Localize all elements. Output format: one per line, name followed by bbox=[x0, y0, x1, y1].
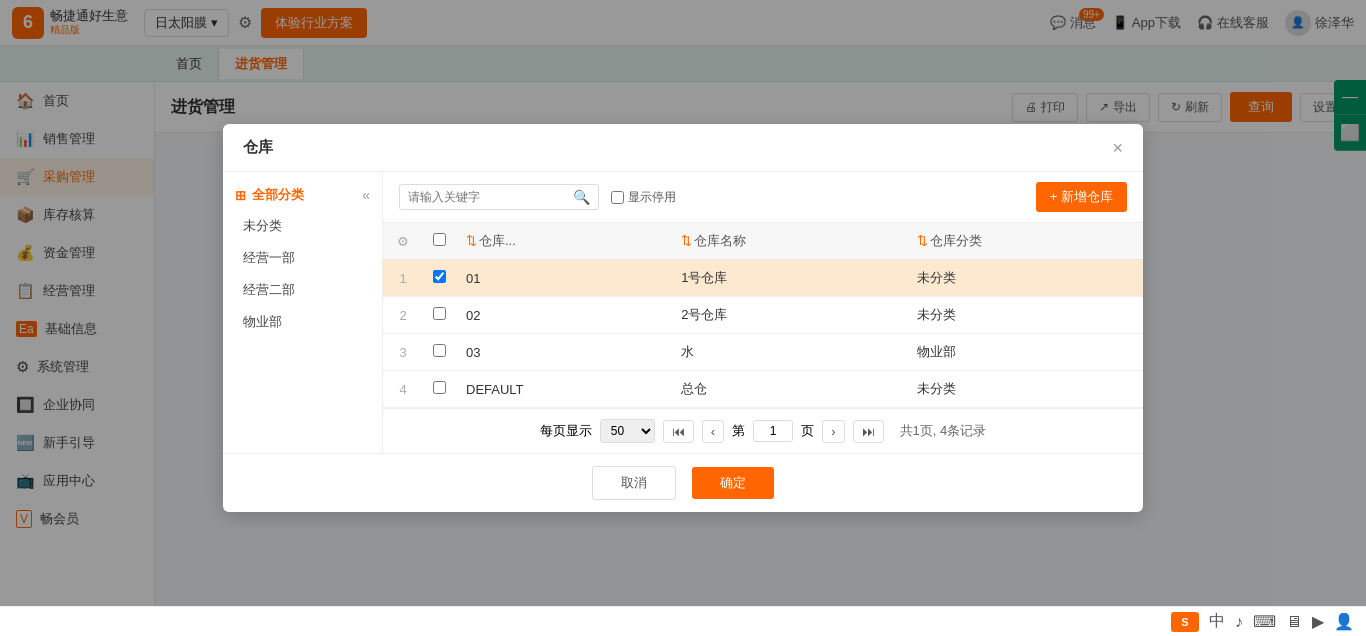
monitor-icon[interactable]: 🖥 bbox=[1286, 613, 1302, 631]
category-item-dept2[interactable]: 经营二部 bbox=[223, 274, 382, 306]
confirm-button[interactable]: 确定 bbox=[692, 467, 774, 499]
main-content: 进货管理 🖨 打印 ↗ 导出 ↻ 刷新 查询 设置 bbox=[155, 82, 1366, 636]
page-total: 共1页, 4条记录 bbox=[900, 422, 987, 440]
grid-icon: ⊞ bbox=[235, 188, 246, 203]
row-name: 2号仓库 bbox=[671, 297, 907, 334]
prev-page-button[interactable]: ‹ bbox=[702, 420, 724, 443]
modal-title: 仓库 bbox=[243, 138, 273, 157]
last-page-button[interactable]: ⏭ bbox=[853, 420, 884, 443]
play-icon[interactable]: ▶ bbox=[1312, 612, 1324, 631]
row-category: 未分类 bbox=[907, 371, 1143, 408]
table-wrap: ⚙ ⇅仓库... ⇅仓库名称 ⇅仓库分类 1 bbox=[383, 223, 1143, 408]
table-row[interactable]: 4 DEFAULT 总仓 未分类 bbox=[383, 371, 1143, 408]
table-panel: 🔍 显示停用 + 新增仓库 bbox=[383, 172, 1143, 453]
main-layout: 🏠 首页 📊 销售管理 🛒 采购管理 📦 库存核算 💰 资金管理 📋 经营管理 … bbox=[0, 82, 1366, 636]
table-row[interactable]: 3 03 水 物业部 bbox=[383, 334, 1143, 371]
search-input-wrap: 🔍 bbox=[399, 184, 599, 210]
keyboard-icon[interactable]: ⌨ bbox=[1253, 612, 1276, 631]
page-unit: 页 bbox=[801, 422, 814, 440]
table-body: 1 01 1号仓库 未分类 2 02 2号仓库 未分类 3 03 水 物业部 4 bbox=[383, 260, 1143, 408]
row-checkbox-cell bbox=[423, 297, 456, 334]
row-category: 未分类 bbox=[907, 260, 1143, 297]
row-gear: 4 bbox=[383, 371, 423, 408]
row-category: 物业部 bbox=[907, 334, 1143, 371]
cancel-button[interactable]: 取消 bbox=[592, 466, 676, 500]
row-name: 1号仓库 bbox=[671, 260, 907, 297]
row-code: 02 bbox=[456, 297, 671, 334]
sort-icon-name: ⇅ bbox=[681, 233, 692, 248]
row-category: 未分类 bbox=[907, 297, 1143, 334]
next-page-button[interactable]: › bbox=[822, 420, 844, 443]
category-panel: ⊞ 全部分类 « 未分类 经营一部 经营二部 物业部 bbox=[223, 172, 383, 453]
row-checkbox[interactable] bbox=[433, 307, 446, 320]
all-category-label: 全部分类 bbox=[252, 186, 304, 204]
search-bar: 🔍 显示停用 + 新增仓库 bbox=[383, 172, 1143, 223]
row-name: 总仓 bbox=[671, 371, 907, 408]
table-row[interactable]: 2 02 2号仓库 未分类 bbox=[383, 297, 1143, 334]
row-checkbox[interactable] bbox=[433, 381, 446, 394]
sound-icon[interactable]: ♪ bbox=[1235, 613, 1243, 631]
page-size-label: 每页显示 bbox=[540, 422, 592, 440]
search-icon[interactable]: 🔍 bbox=[573, 189, 590, 205]
chinese-icon[interactable]: 中 bbox=[1209, 611, 1225, 632]
pagination: 每页显示 10 20 50 100 ⏮ ‹ 第 页 bbox=[383, 408, 1143, 453]
warehouse-table: ⚙ ⇅仓库... ⇅仓库名称 ⇅仓库分类 1 bbox=[383, 223, 1143, 408]
category-item-unclassified[interactable]: 未分类 bbox=[223, 210, 382, 242]
first-page-button[interactable]: ⏮ bbox=[663, 420, 694, 443]
row-checkbox[interactable] bbox=[433, 270, 446, 283]
row-checkbox-cell bbox=[423, 371, 456, 408]
category-item-dept1[interactable]: 经营一部 bbox=[223, 242, 382, 274]
add-warehouse-button[interactable]: + 新增仓库 bbox=[1036, 182, 1127, 212]
row-code: 03 bbox=[456, 334, 671, 371]
th-checkbox bbox=[423, 223, 456, 260]
show-disabled-label: 显示停用 bbox=[611, 189, 676, 206]
bottom-logo: S bbox=[1171, 612, 1199, 632]
show-disabled-text: 显示停用 bbox=[628, 189, 676, 206]
page-label: 第 bbox=[732, 422, 745, 440]
modal-footer: 取消 确定 bbox=[223, 453, 1143, 512]
row-gear: 1 bbox=[383, 260, 423, 297]
user-bottom-icon[interactable]: 👤 bbox=[1334, 612, 1354, 631]
bottom-icons: S 中 ♪ ⌨ 🖥 ▶ 👤 bbox=[1171, 611, 1354, 632]
row-gear: 3 bbox=[383, 334, 423, 371]
th-name: ⇅仓库名称 bbox=[671, 223, 907, 260]
th-category: ⇅仓库分类 bbox=[907, 223, 1143, 260]
table-header-row: ⚙ ⇅仓库... ⇅仓库名称 ⇅仓库分类 bbox=[383, 223, 1143, 260]
th-gear: ⚙ bbox=[383, 223, 423, 260]
sort-icon-cat: ⇅ bbox=[917, 233, 928, 248]
category-collapse-button[interactable]: « bbox=[362, 187, 370, 203]
bottom-bar: S 中 ♪ ⌨ 🖥 ▶ 👤 bbox=[0, 606, 1366, 636]
page-input[interactable] bbox=[753, 420, 793, 442]
table-row[interactable]: 1 01 1号仓库 未分类 bbox=[383, 260, 1143, 297]
row-gear: 2 bbox=[383, 297, 423, 334]
row-code: 01 bbox=[456, 260, 671, 297]
select-all-checkbox[interactable] bbox=[433, 233, 446, 246]
row-code: DEFAULT bbox=[456, 371, 671, 408]
category-item-property[interactable]: 物业部 bbox=[223, 306, 382, 338]
th-code: ⇅仓库... bbox=[456, 223, 671, 260]
sort-icon-code: ⇅ bbox=[466, 233, 477, 248]
show-disabled-checkbox[interactable] bbox=[611, 191, 624, 204]
row-checkbox-cell bbox=[423, 334, 456, 371]
modal-body: ⊞ 全部分类 « 未分类 经营一部 经营二部 物业部 bbox=[223, 172, 1143, 453]
page-size-select[interactable]: 10 20 50 100 bbox=[600, 419, 655, 443]
modal-close-button[interactable]: × bbox=[1112, 139, 1123, 157]
row-checkbox-cell bbox=[423, 260, 456, 297]
modal-header: 仓库 × bbox=[223, 124, 1143, 172]
category-header: ⊞ 全部分类 « bbox=[223, 180, 382, 210]
row-name: 水 bbox=[671, 334, 907, 371]
search-input[interactable] bbox=[408, 190, 573, 204]
modal-overlay: 仓库 × ⊞ 全部分类 « 未分类 bbox=[155, 82, 1366, 636]
all-category[interactable]: ⊞ 全部分类 bbox=[235, 186, 304, 204]
row-checkbox[interactable] bbox=[433, 344, 446, 357]
warehouse-modal: 仓库 × ⊞ 全部分类 « 未分类 bbox=[223, 124, 1143, 512]
